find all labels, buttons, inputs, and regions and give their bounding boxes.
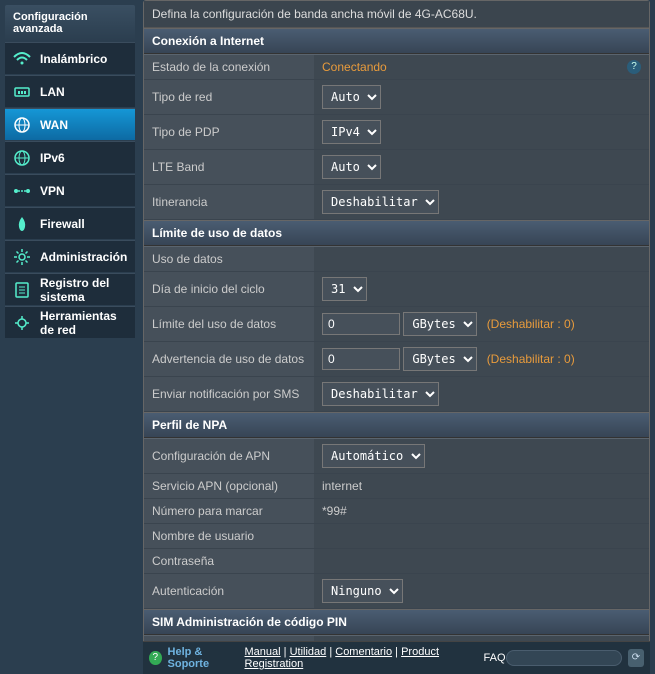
panel-description: Defina la configuración de banda ancha m… xyxy=(144,1,649,28)
section-sim: SIM Administración de código PIN xyxy=(144,609,649,635)
search-go-button[interactable]: ⟳ xyxy=(628,649,644,667)
usage-value xyxy=(314,247,649,272)
limit-hint: (Deshabilitar : 0) xyxy=(487,317,575,331)
pdp-type-select[interactable]: IPv4 xyxy=(322,120,381,144)
lan-icon xyxy=(11,81,33,103)
wireless-icon xyxy=(11,48,33,70)
connection-state: Conectando xyxy=(322,60,387,74)
warn-hint: (Deshabilitar : 0) xyxy=(487,352,575,366)
sidebar-item-label: WAN xyxy=(40,118,68,132)
gear-icon xyxy=(11,246,33,268)
globe-icon xyxy=(11,114,33,136)
row-label: Nombre de usuario xyxy=(144,524,314,549)
help-icon: ? xyxy=(149,651,162,665)
vpn-icon xyxy=(11,180,33,202)
sidebar-item-syslog[interactable]: Registro del sistema xyxy=(5,273,135,305)
row-label: Límite del uso de datos xyxy=(144,307,314,342)
section-apn: Perfil de NPA xyxy=(144,412,649,438)
row-label: Advertencia de uso de datos xyxy=(144,342,314,377)
globe-icon xyxy=(11,147,33,169)
net-type-select[interactable]: Auto xyxy=(322,85,381,109)
help-label: Help & Soporte xyxy=(168,646,239,670)
user-value xyxy=(314,524,649,549)
warn-unit-select[interactable]: GBytes xyxy=(403,347,477,371)
limit-input[interactable] xyxy=(322,313,400,335)
search-input[interactable] xyxy=(506,650,622,666)
sidebar: Configuración avanzada Inalámbrico LAN W… xyxy=(0,0,140,674)
lte-band-select[interactable]: Auto xyxy=(322,155,381,179)
sidebar-item-label: Herramientas de red xyxy=(40,309,129,337)
sidebar-item-label: Administración xyxy=(40,250,127,264)
sidebar-item-admin[interactable]: Administración xyxy=(5,240,135,272)
row-label: Enviar notificación por SMS xyxy=(144,377,314,412)
roaming-select[interactable]: Deshabilitar xyxy=(322,190,439,214)
row-label: Autenticación xyxy=(144,574,314,609)
row-label: Servicio APN (opcional) xyxy=(144,474,314,499)
log-icon xyxy=(11,279,33,301)
footer: ? Help & Soporte Manual | Utilidad | Com… xyxy=(143,641,650,674)
row-label: LTE Band xyxy=(144,150,314,185)
row-label: Contraseña xyxy=(144,549,314,574)
sidebar-item-wan[interactable]: WAN xyxy=(5,108,135,140)
row-label: Configuración de APN xyxy=(144,439,314,474)
row-label: Itinerancia xyxy=(144,185,314,220)
sidebar-header: Configuración avanzada xyxy=(5,5,135,41)
sidebar-item-ipv6[interactable]: IPv6 xyxy=(5,141,135,173)
pass-value xyxy=(314,549,649,574)
main-panel: Defina la configuración de banda ancha m… xyxy=(143,0,650,641)
limit-unit-select[interactable]: GBytes xyxy=(403,312,477,336)
link-manual[interactable]: Manual xyxy=(245,646,281,658)
help-icon[interactable]: ? xyxy=(627,60,641,74)
sidebar-item-vpn[interactable]: VPN xyxy=(5,174,135,206)
faq-link[interactable]: FAQ xyxy=(484,652,506,664)
link-comment[interactable]: Comentario xyxy=(335,646,392,658)
row-label: Tipo de PDP xyxy=(144,115,314,150)
cycle-day-select[interactable]: 31 xyxy=(322,277,367,301)
sidebar-item-firewall[interactable]: Firewall xyxy=(5,207,135,239)
section-connection: Conexión a Internet xyxy=(144,28,649,54)
apn-service-value: internet xyxy=(314,474,649,499)
row-label: Uso de datos xyxy=(144,247,314,272)
fire-icon xyxy=(11,213,33,235)
row-label: Día de inicio del ciclo xyxy=(144,272,314,307)
sidebar-item-lan[interactable]: LAN xyxy=(5,75,135,107)
sidebar-item-label: Registro del sistema xyxy=(40,276,129,304)
sidebar-item-label: Inalámbrico xyxy=(40,52,107,66)
apn-conf-select[interactable]: Automático xyxy=(322,444,425,468)
row-label: Número para marcar xyxy=(144,499,314,524)
tools-icon xyxy=(11,312,33,334)
row-label: Tipo de red xyxy=(144,80,314,115)
sidebar-item-label: VPN xyxy=(40,184,65,198)
row-label: Estado de la conexión xyxy=(144,55,314,80)
sidebar-item-label: IPv6 xyxy=(40,151,65,165)
sidebar-item-nettools[interactable]: Herramientas de red xyxy=(5,306,135,338)
sidebar-item-wireless[interactable]: Inalámbrico xyxy=(5,42,135,74)
warn-input[interactable] xyxy=(322,348,400,370)
footer-links: Manual | Utilidad | Comentario | Product… xyxy=(245,646,474,670)
section-data-limit: Límite de uso de datos xyxy=(144,220,649,246)
link-utility[interactable]: Utilidad xyxy=(290,646,327,658)
sms-select[interactable]: Deshabilitar xyxy=(322,382,439,406)
sidebar-item-label: LAN xyxy=(40,85,65,99)
dial-value: *99# xyxy=(314,499,649,524)
auth-select[interactable]: Ninguno xyxy=(322,579,403,603)
sidebar-item-label: Firewall xyxy=(40,217,85,231)
